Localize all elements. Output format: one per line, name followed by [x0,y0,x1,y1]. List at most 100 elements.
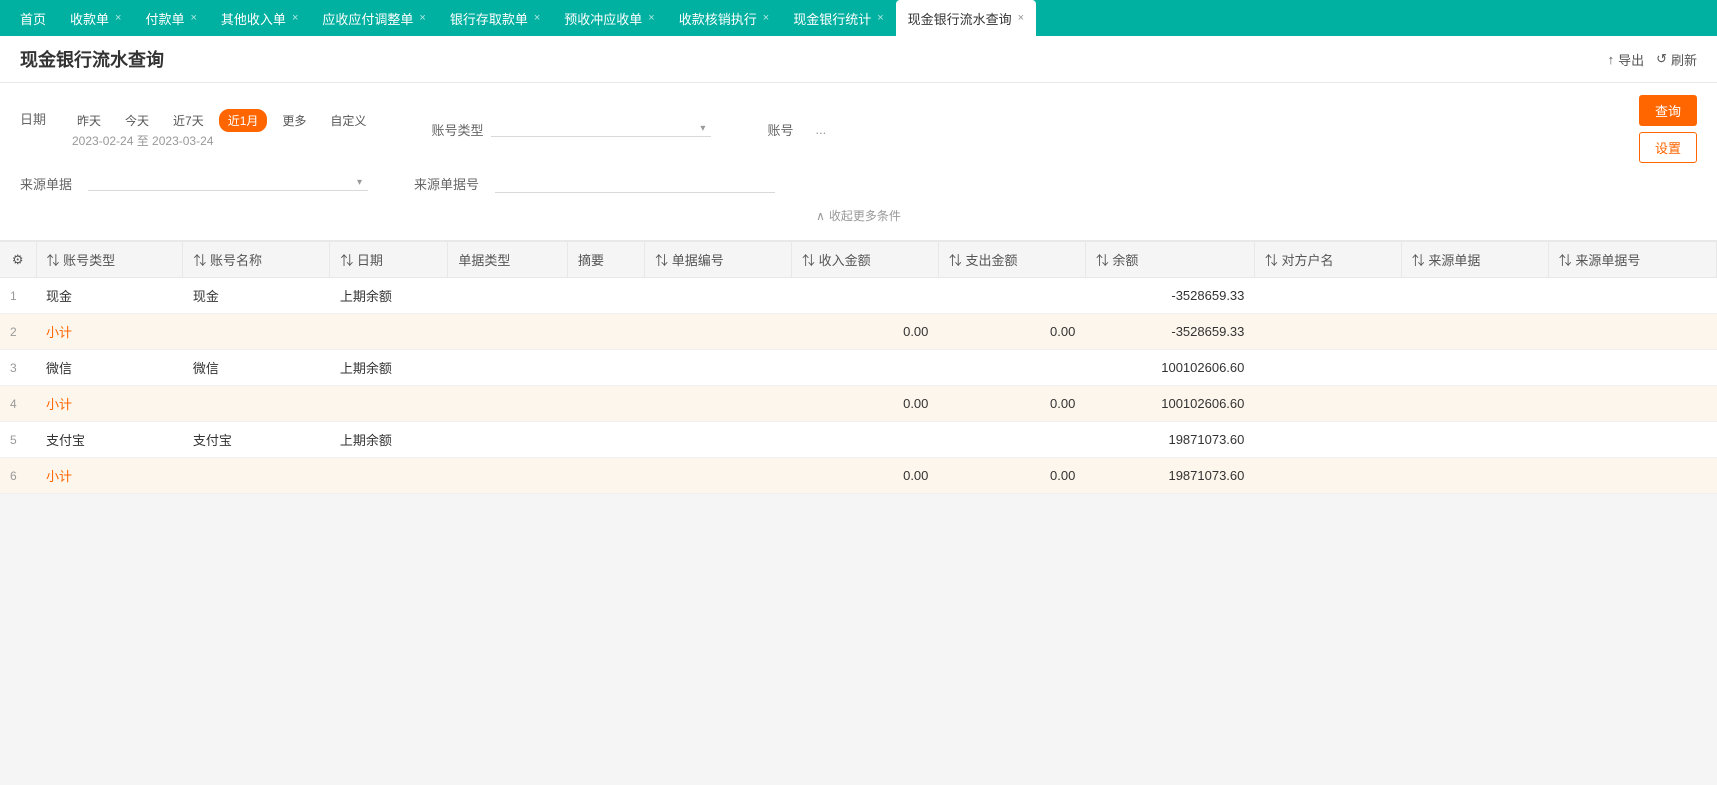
table-row[interactable]: 5支付宝支付宝上期余额19871073.60 [0,422,1717,458]
col-account-type[interactable]: ⇅ 账号类型 [36,242,183,278]
table-cell [568,350,645,386]
col-doc-no[interactable]: ⇅ 单据编号 [645,242,792,278]
col-counterpart[interactable]: ⇅ 对方户名 [1254,242,1401,278]
date-custom[interactable]: 自定义 [321,109,375,132]
col-summary-label: 摘要 [578,253,604,268]
table-cell [645,386,792,422]
nav-collection[interactable]: 收款核销执行 × [667,0,781,36]
col-balance[interactable]: ⇅ 余额 [1085,242,1254,278]
table-cell: 小计 [36,458,183,494]
table-cell: 上期余额 [330,350,448,386]
col-account-type-label: ⇅ 账号类型 [47,253,116,268]
table-cell: 19871073.60 [1085,422,1254,458]
col-account-name[interactable]: ⇅ 账号名称 [183,242,330,278]
nav-bank-flow-label: 现金银行流水查询 [908,9,1012,28]
filter-actions: 查询 设置 [1639,95,1697,163]
date-today[interactable]: 今天 [116,109,158,132]
nav-prepayment[interactable]: 预收冲应收单 × [552,0,666,36]
table-cell [448,386,568,422]
table-cell: 2 [0,314,36,350]
nav-collection-close[interactable]: × [763,12,769,24]
table-cell: 0.00 [938,386,1085,422]
table-cell [330,458,448,494]
col-account-name-label: ⇅ 账号名称 [193,253,262,268]
nav-receipts[interactable]: 收款单 × [58,0,133,36]
nav-adjustment[interactable]: 应收应付调整单 × [310,0,437,36]
nav-bank-flow[interactable]: 现金银行流水查询 × [896,0,1036,36]
export-icon: ↑ [1608,52,1615,67]
date-1month[interactable]: 近1月 [219,109,268,132]
table-row[interactable]: 2小计0.000.00-3528659.33 [0,314,1717,350]
date-more[interactable]: 更多 [273,109,315,132]
nav-bank-stats[interactable]: 现金银行统计 × [781,0,895,36]
col-expense-label: ⇅ 支出金额 [949,253,1018,268]
table-cell [792,422,939,458]
nav-other-income[interactable]: 其他收入单 × [209,0,310,36]
col-date[interactable]: ⇅ 日期 [330,242,448,278]
col-income[interactable]: ⇅ 收入金额 [792,242,939,278]
table-cell [1401,422,1548,458]
table-row[interactable]: 1现金现金上期余额-3528659.33 [0,278,1717,314]
nav-home[interactable]: 首页 [8,0,58,36]
table-cell [1254,458,1401,494]
nav-prepayment-close[interactable]: × [648,12,654,24]
nav-payments[interactable]: 付款单 × [133,0,208,36]
table-cell [448,278,568,314]
table-cell: 小计 [36,314,183,350]
source-doc-num-label: 来源单据号 [414,174,479,193]
filter-row-2: 来源单据 ▾ 来源单据号 [20,173,1697,193]
table-cell [792,350,939,386]
nav-bank-flow-close[interactable]: × [1018,12,1024,24]
refresh-label: 刷新 [1671,50,1697,69]
date-yesterday[interactable]: 昨天 [68,109,110,132]
refresh-button[interactable]: ↺ 刷新 [1656,50,1697,69]
table-row[interactable]: 3微信微信上期余额100102606.60 [0,350,1717,386]
table-cell [330,386,448,422]
col-expense[interactable]: ⇅ 支出金额 [938,242,1085,278]
table-header-row: ⚙ ⇅ 账号类型 ⇅ 账号名称 ⇅ 日期 单据类型 摘要 ⇅ 单 [0,242,1717,278]
col-income-label: ⇅ 收入金额 [802,253,871,268]
source-doc-label: 来源单据 [20,174,72,193]
table-cell [183,386,330,422]
nav-bank-deposit-close[interactable]: × [534,12,540,24]
col-settings[interactable]: ⚙ [0,242,36,278]
account-type-arrow-icon: ▾ [700,123,705,134]
table-row[interactable]: 6小计0.000.0019871073.60 [0,458,1717,494]
col-counterpart-label: ⇅ 对方户名 [1265,253,1334,268]
setting-button[interactable]: 设置 [1639,132,1697,163]
table-cell: 微信 [36,350,183,386]
table-cell [1548,278,1716,314]
source-doc-select[interactable]: ▾ [88,175,368,191]
nav-adjustment-close[interactable]: × [419,12,425,24]
date-7days[interactable]: 近7天 [164,109,213,132]
nav-receipts-close[interactable]: × [115,12,121,24]
collapse-bar[interactable]: ∧ 收起更多条件 [20,203,1697,228]
nav-bank-deposit[interactable]: 银行存取款单 × [438,0,552,36]
col-source-doc[interactable]: ⇅ 来源单据 [1401,242,1548,278]
table-cell [568,422,645,458]
col-source-doc-no[interactable]: ⇅ 来源单据号 [1548,242,1716,278]
table-cell: 1 [0,278,36,314]
col-summary: 摘要 [568,242,645,278]
nav-other-income-close[interactable]: × [292,12,298,24]
table-cell [645,314,792,350]
nav-payments-close[interactable]: × [190,12,196,24]
export-button[interactable]: ↑ 导出 [1608,50,1645,69]
table-cell: 4 [0,386,36,422]
source-doc-arrow-icon: ▾ [357,177,362,188]
table-cell: 0.00 [938,458,1085,494]
table-cell: 上期余额 [330,422,448,458]
nav-bank-stats-close[interactable]: × [877,12,883,24]
col-source-doc-label: ⇅ 来源单据 [1412,253,1481,268]
nav-bank-stats-label: 现金银行统计 [793,9,871,28]
table-body: 1现金现金上期余额-3528659.332小计0.000.00-3528659.… [0,278,1717,494]
source-doc-num-input[interactable] [495,173,775,193]
account-type-select[interactable]: ▾ [491,121,711,137]
table-row[interactable]: 4小计0.000.00100102606.60 [0,386,1717,422]
table-cell [1401,350,1548,386]
account-dots[interactable]: ... [815,122,826,137]
query-button[interactable]: 查询 [1639,95,1697,126]
table-cell [938,278,1085,314]
table-cell [1401,458,1548,494]
table-cell: 3 [0,350,36,386]
